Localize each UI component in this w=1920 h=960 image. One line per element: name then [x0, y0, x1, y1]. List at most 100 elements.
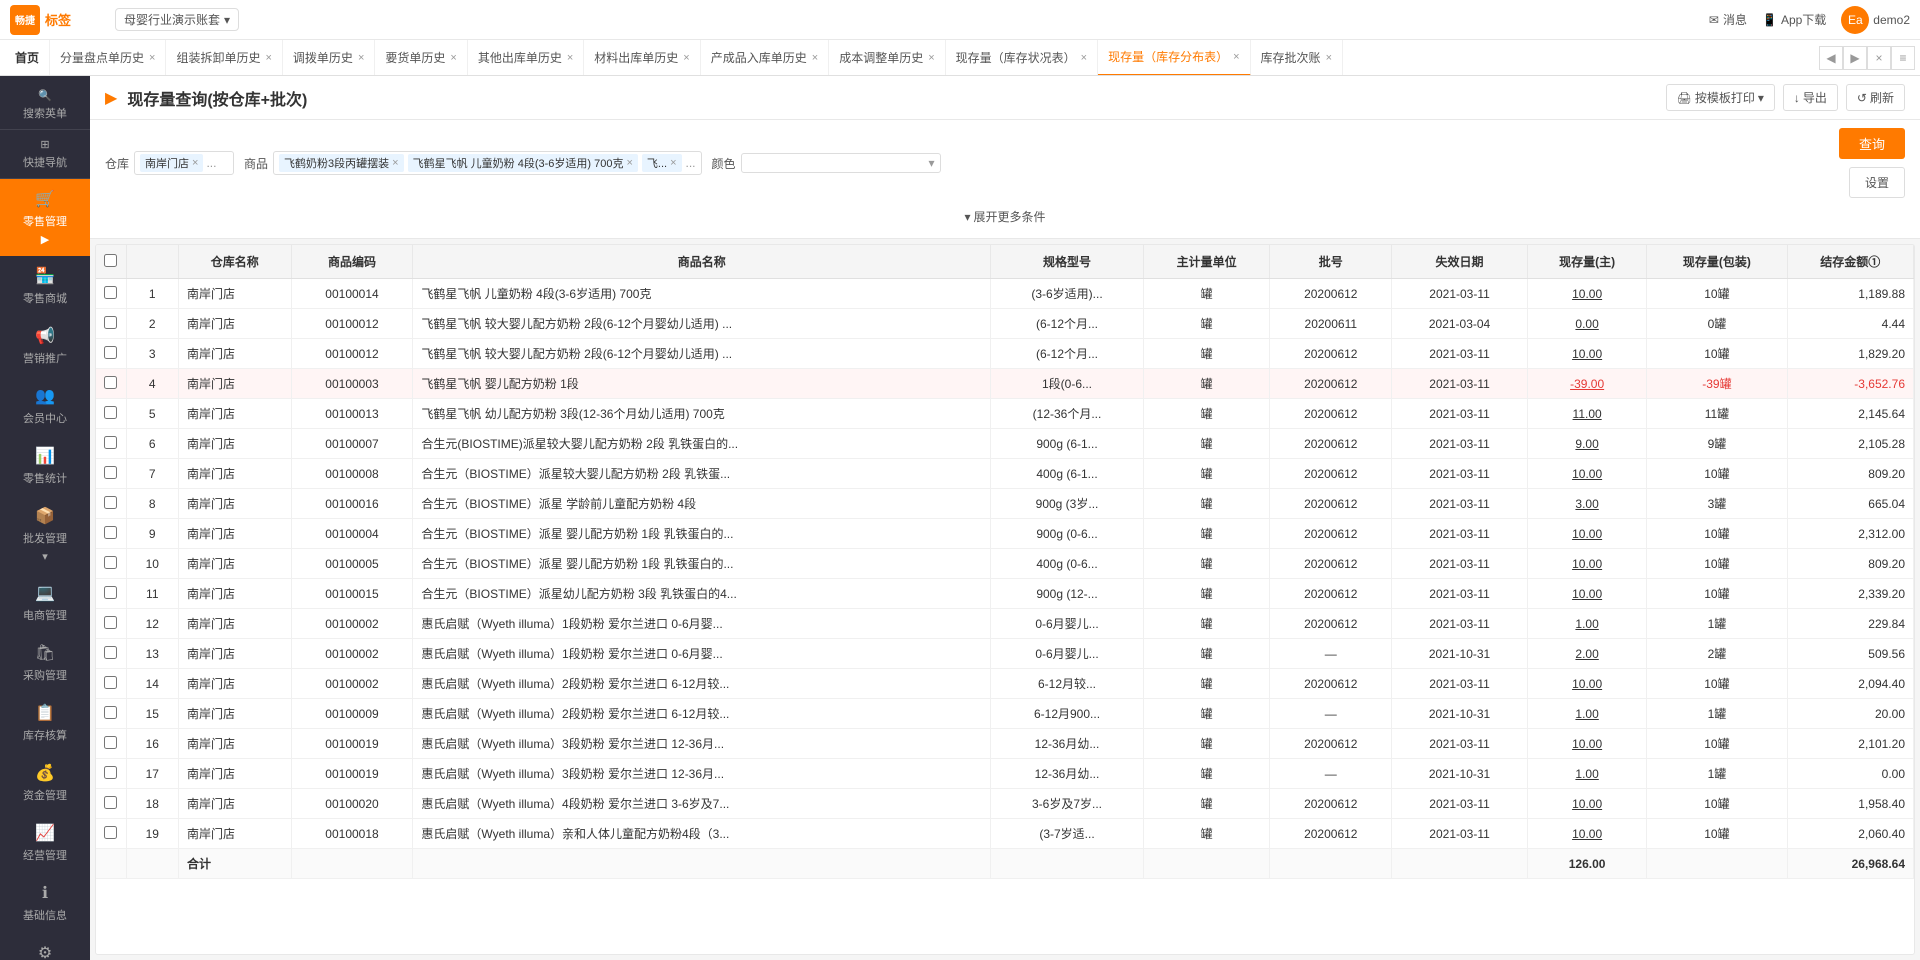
sidebar-quick-nav[interactable]: ⊞ 快捷导航 [0, 130, 90, 179]
row-checkbox[interactable] [104, 766, 117, 779]
color-tag-container[interactable]: ▾ [741, 153, 941, 173]
tab-close-icon[interactable]: × [450, 52, 456, 64]
row-checkbox[interactable] [104, 616, 117, 629]
tab-xiancun2[interactable]: 现存量（库存分布表） × [1098, 40, 1250, 76]
row-qty-main[interactable]: 9.00 [1527, 429, 1646, 459]
sidebar-item-retail-stat[interactable]: 📊 零售统计 [0, 436, 90, 496]
tab-yaohuo[interactable]: 要货单历史 × [375, 40, 467, 76]
row-checkbox[interactable] [104, 376, 117, 389]
row-qty-main[interactable]: 10.00 [1527, 459, 1646, 489]
tab-close-icon[interactable]: × [265, 52, 271, 64]
row-qty-main[interactable]: 10.00 [1527, 279, 1646, 309]
select-all-checkbox[interactable] [104, 254, 117, 267]
tab-kucun[interactable]: 库存批次账 × [1251, 40, 1343, 76]
app-download-button[interactable]: 📱 App下载 [1762, 11, 1826, 28]
sidebar-item-wholesale[interactable]: 📦 批发管理 ▾ [0, 496, 90, 573]
row-qty-main[interactable]: 2.00 [1527, 639, 1646, 669]
product-tag-remove[interactable]: × [392, 157, 398, 169]
row-qty-main[interactable]: 11.00 [1527, 399, 1646, 429]
sidebar-search[interactable]: 🔍 搜索英单 [0, 81, 90, 130]
setting-button[interactable]: 设置 [1849, 167, 1905, 198]
row-checkbox[interactable] [104, 556, 117, 569]
row-checkbox[interactable] [104, 646, 117, 659]
row-qty-main[interactable]: 1.00 [1527, 699, 1646, 729]
sidebar-item-inventory[interactable]: 📋 库存核算 [0, 693, 90, 753]
row-qty-main[interactable]: 0.00 [1527, 309, 1646, 339]
expand-sidebar-button[interactable]: ▶ [105, 88, 117, 108]
sidebar-item-retail-shop[interactable]: 🏪 零售商城 [0, 256, 90, 316]
tab-close-icon[interactable]: × [1233, 51, 1239, 63]
row-qty-main[interactable]: 1.00 [1527, 759, 1646, 789]
row-qty-main[interactable]: 10.00 [1527, 579, 1646, 609]
product-tag-remove[interactable]: × [626, 157, 632, 169]
tab-fenpan[interactable]: 分量盘点单历史 × [50, 40, 166, 76]
user-menu[interactable]: Ea demo2 [1841, 6, 1910, 34]
row-qty-main[interactable]: 10.00 [1527, 339, 1646, 369]
product-tags-container[interactable]: 飞鹤奶粉3段丙罐摆装 × 飞鹤星飞帆 儿童奶粉 4段(3-6岁适用) 700克 … [273, 151, 702, 175]
tab-close-icon[interactable]: × [1081, 52, 1087, 64]
tab-diaob[interactable]: 调拨单历史 × [283, 40, 375, 76]
tab-home[interactable]: 首页 [5, 40, 50, 76]
row-qty-main[interactable]: 10.00 [1527, 819, 1646, 849]
sidebar-item-marketing[interactable]: 📢 营销推广 [0, 316, 90, 376]
row-checkbox[interactable] [104, 346, 117, 359]
sidebar-item-operations[interactable]: 📈 经营管理 [0, 813, 90, 873]
row-qty-main[interactable]: 3.00 [1527, 489, 1646, 519]
row-qty-main[interactable]: 10.00 [1527, 549, 1646, 579]
nav-close-button[interactable]: × [1867, 46, 1891, 70]
nav-next-button[interactable]: ▶ [1843, 46, 1867, 70]
row-checkbox[interactable] [104, 286, 117, 299]
row-checkbox[interactable] [104, 406, 117, 419]
tab-close-icon[interactable]: × [683, 52, 689, 64]
tab-close-icon[interactable]: × [812, 52, 818, 64]
tab-xiancun1[interactable]: 现存量（库存状况表） × [946, 40, 1098, 76]
sidebar-item-member[interactable]: 👥 会员中心 [0, 376, 90, 436]
tab-chengben[interactable]: 成本调整单历史 × [829, 40, 945, 76]
tab-close-icon[interactable]: × [358, 52, 364, 64]
tab-zuzhuang[interactable]: 组装拆卸单历史 × [166, 40, 282, 76]
row-checkbox[interactable] [104, 826, 117, 839]
row-qty-main[interactable]: 10.00 [1527, 789, 1646, 819]
tab-cailiao[interactable]: 材料出库单历史 × [584, 40, 700, 76]
print-button[interactable]: 🖨 按模板打印 ▾ [1666, 84, 1775, 111]
row-checkbox[interactable] [104, 316, 117, 329]
org-selector[interactable]: 母婴行业演示账套 ▾ [115, 8, 239, 31]
row-checkbox[interactable] [104, 676, 117, 689]
row-checkbox[interactable] [104, 736, 117, 749]
sidebar-item-ecommerce[interactable]: 💻 电商管理 [0, 573, 90, 633]
row-qty-main[interactable]: 10.00 [1527, 519, 1646, 549]
tab-chancheng[interactable]: 产成品入库单历史 × [701, 40, 829, 76]
row-checkbox[interactable] [104, 526, 117, 539]
row-qty-main[interactable]: 10.00 [1527, 729, 1646, 759]
nav-more-button[interactable]: ≡ [1891, 46, 1915, 70]
warehouse-tag-remove[interactable]: × [192, 157, 198, 169]
row-checkbox[interactable] [104, 796, 117, 809]
row-qty-main[interactable]: -39.00 [1527, 369, 1646, 399]
row-checkbox[interactable] [104, 496, 117, 509]
sidebar-item-purchase[interactable]: 🛍 采购管理 [0, 633, 90, 693]
row-checkbox[interactable] [104, 436, 117, 449]
row-qty-main[interactable]: 10.00 [1527, 669, 1646, 699]
warehouse-tag-container[interactable]: 南岸门店 × ... [134, 151, 234, 175]
sidebar-item-label: 零售商城 [23, 290, 67, 306]
tab-close-icon[interactable]: × [1326, 52, 1332, 64]
refresh-button[interactable]: ↺ 刷新 [1846, 84, 1905, 111]
row-checkbox[interactable] [104, 466, 117, 479]
expand-filter-button[interactable]: ▾ 展开更多条件 [964, 208, 1045, 225]
row-checkbox[interactable] [104, 586, 117, 599]
product-tag-remove[interactable]: × [670, 157, 676, 169]
message-button[interactable]: ✉ 消息 [1709, 11, 1747, 28]
export-button[interactable]: ↓ 导出 [1783, 84, 1838, 111]
tab-close-icon[interactable]: × [928, 52, 934, 64]
nav-prev-button[interactable]: ◀ [1819, 46, 1843, 70]
row-checkbox[interactable] [104, 706, 117, 719]
tab-qita[interactable]: 其他出库单历史 × [468, 40, 584, 76]
tab-close-icon[interactable]: × [149, 52, 155, 64]
sidebar-item-finance[interactable]: 💰 资金管理 [0, 753, 90, 813]
sidebar-item-basic[interactable]: ℹ 基础信息 [0, 873, 90, 933]
sidebar-item-system[interactable]: ⚙ 系统管理 [0, 933, 90, 960]
tab-close-icon[interactable]: × [567, 52, 573, 64]
sidebar-item-retail[interactable]: 🛒 零售管理 ▶ [0, 179, 90, 256]
row-qty-main[interactable]: 1.00 [1527, 609, 1646, 639]
query-button[interactable]: 查询 [1839, 128, 1905, 159]
